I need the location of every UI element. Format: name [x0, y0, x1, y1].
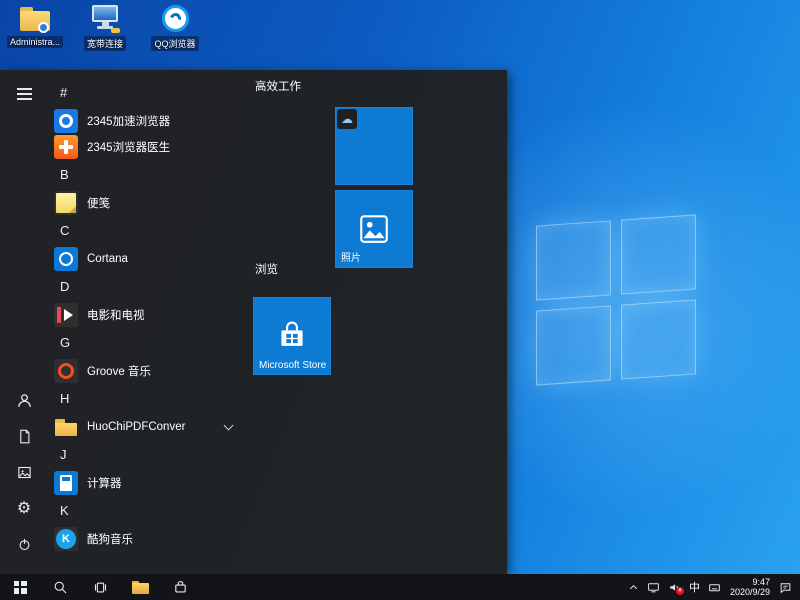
app-item-2345-speed-browser[interactable]: 2345加速浏览器	[52, 108, 244, 134]
windows-logo-pane	[536, 220, 611, 300]
calculator-icon	[54, 471, 78, 495]
file-explorer-icon	[132, 581, 149, 594]
cortana-icon	[54, 247, 78, 271]
2345-browser-doctor-icon	[54, 135, 78, 159]
desktop-icon-label: Administra...	[7, 36, 63, 48]
desktop-icon-label: 宽带连接	[84, 36, 126, 51]
windows-logo-pane	[536, 305, 611, 385]
touch-keyboard-icon	[708, 581, 721, 594]
task-view-icon	[93, 580, 108, 595]
app-item-sticky-notes[interactable]: 便笺	[52, 190, 244, 216]
user-icon	[16, 392, 33, 409]
start-menu: ⚙ # 2345加速浏览器 2345浏览器医生 B	[0, 70, 507, 574]
groove-music-icon	[54, 359, 78, 383]
documents-button[interactable]	[0, 420, 48, 452]
volume-error-badge: ×	[676, 587, 684, 595]
letter-header-b[interactable]: B	[52, 160, 236, 190]
microsoft-store-taskbar-button[interactable]	[160, 574, 200, 600]
search-button[interactable]	[40, 574, 80, 600]
letter-header-k[interactable]: K	[52, 496, 236, 526]
tile-group-title-browse[interactable]: 浏览	[255, 261, 278, 277]
power-icon	[17, 537, 32, 552]
taskbar: × 中 9:47 2020/9/29	[0, 574, 800, 600]
search-icon	[53, 580, 68, 595]
tray-expand-button[interactable]	[624, 574, 643, 600]
letter-header-h[interactable]: H	[52, 384, 236, 414]
cloud-icon: ☁	[337, 109, 357, 129]
picture-icon	[17, 465, 32, 480]
ime-indicator[interactable]: 中	[685, 574, 704, 600]
hamburger-icon	[17, 93, 32, 95]
app-item-groove-music[interactable]: Groove 音乐	[52, 358, 244, 384]
settings-button[interactable]: ⚙	[0, 492, 48, 524]
app-item-kugou-music[interactable]: K 酷狗音乐	[52, 526, 244, 552]
network-icon	[647, 581, 660, 594]
tile-onedrive[interactable]: ☁	[335, 107, 413, 185]
desktop-icon-area: Administra... 宽带连接 QQ浏览器	[6, 4, 204, 51]
user-account-button[interactable]	[0, 384, 48, 416]
app-item-calculator[interactable]: 计算器	[52, 470, 244, 496]
letter-header-c[interactable]: C	[52, 216, 236, 246]
2345-speed-browser-icon	[54, 109, 78, 133]
windows-logo-pane	[621, 299, 696, 379]
action-center-icon	[779, 581, 792, 594]
system-tray: × 中 9:47 2020/9/29	[624, 574, 800, 600]
document-icon	[17, 429, 32, 444]
gear-icon: ⚙	[17, 500, 31, 516]
app-item-cortana[interactable]: Cortana	[52, 246, 244, 272]
chevron-down-icon[interactable]	[224, 421, 234, 431]
start-button[interactable]	[0, 574, 40, 600]
movies-tv-icon	[54, 303, 78, 327]
app-list: # 2345加速浏览器 2345浏览器医生 B 便笺 C Cortana D	[48, 70, 248, 574]
desktop-icon-label: QQ浏览器	[151, 36, 198, 51]
power-button[interactable]	[0, 528, 48, 560]
store-bag-icon	[173, 580, 188, 595]
desktop: Administra... 宽带连接 QQ浏览器	[0, 0, 800, 600]
broadband-monitor-icon	[88, 4, 122, 34]
desktop-icon-administrator[interactable]: Administra...	[6, 4, 64, 51]
kugou-music-icon: K	[54, 527, 78, 551]
action-center-button[interactable]	[775, 574, 796, 600]
sticky-notes-icon	[54, 191, 78, 215]
qq-browser-icon	[158, 4, 192, 34]
tile-area: 高效工作 ☁ 照片 浏览	[248, 70, 507, 574]
pictures-button[interactable]	[0, 456, 48, 488]
clock-date: 2020/9/29	[730, 587, 770, 597]
network-button[interactable]	[643, 574, 664, 600]
file-explorer-button[interactable]	[120, 574, 160, 600]
desktop-icon-qq-browser[interactable]: QQ浏览器	[146, 4, 204, 51]
windows-start-icon	[14, 581, 27, 594]
letter-header-hash[interactable]: #	[52, 78, 236, 108]
clock[interactable]: 9:47 2020/9/29	[725, 574, 775, 600]
task-view-button[interactable]	[80, 574, 120, 600]
tile-photos[interactable]: 照片	[335, 190, 413, 268]
administrator-folder-icon	[18, 4, 52, 34]
letter-header-g[interactable]: G	[52, 328, 236, 358]
clock-time: 9:47	[730, 577, 770, 587]
volume-button[interactable]: ×	[664, 574, 685, 600]
expand-menu-button[interactable]	[0, 78, 48, 110]
folder-icon	[54, 415, 78, 439]
windows-logo	[536, 214, 696, 385]
desktop-icon-broadband-connection[interactable]: 宽带连接	[76, 4, 134, 51]
app-item-huochipdfconver[interactable]: HuoChiPDFConver	[52, 414, 244, 440]
app-item-2345-browser-doctor[interactable]: 2345浏览器医生	[52, 134, 244, 160]
tile-microsoft-store[interactable]: Microsoft Store	[253, 297, 331, 375]
tile-group-title-productivity[interactable]: 高效工作	[255, 78, 301, 94]
touch-keyboard-button[interactable]	[704, 574, 725, 600]
letter-header-j[interactable]: J	[52, 440, 236, 470]
letter-header-d[interactable]: D	[52, 272, 236, 302]
app-item-movies-tv[interactable]: 电影和电视	[52, 302, 244, 328]
start-menu-rail: ⚙	[0, 70, 48, 574]
windows-logo-pane	[621, 214, 696, 294]
chevron-up-icon	[628, 582, 639, 593]
